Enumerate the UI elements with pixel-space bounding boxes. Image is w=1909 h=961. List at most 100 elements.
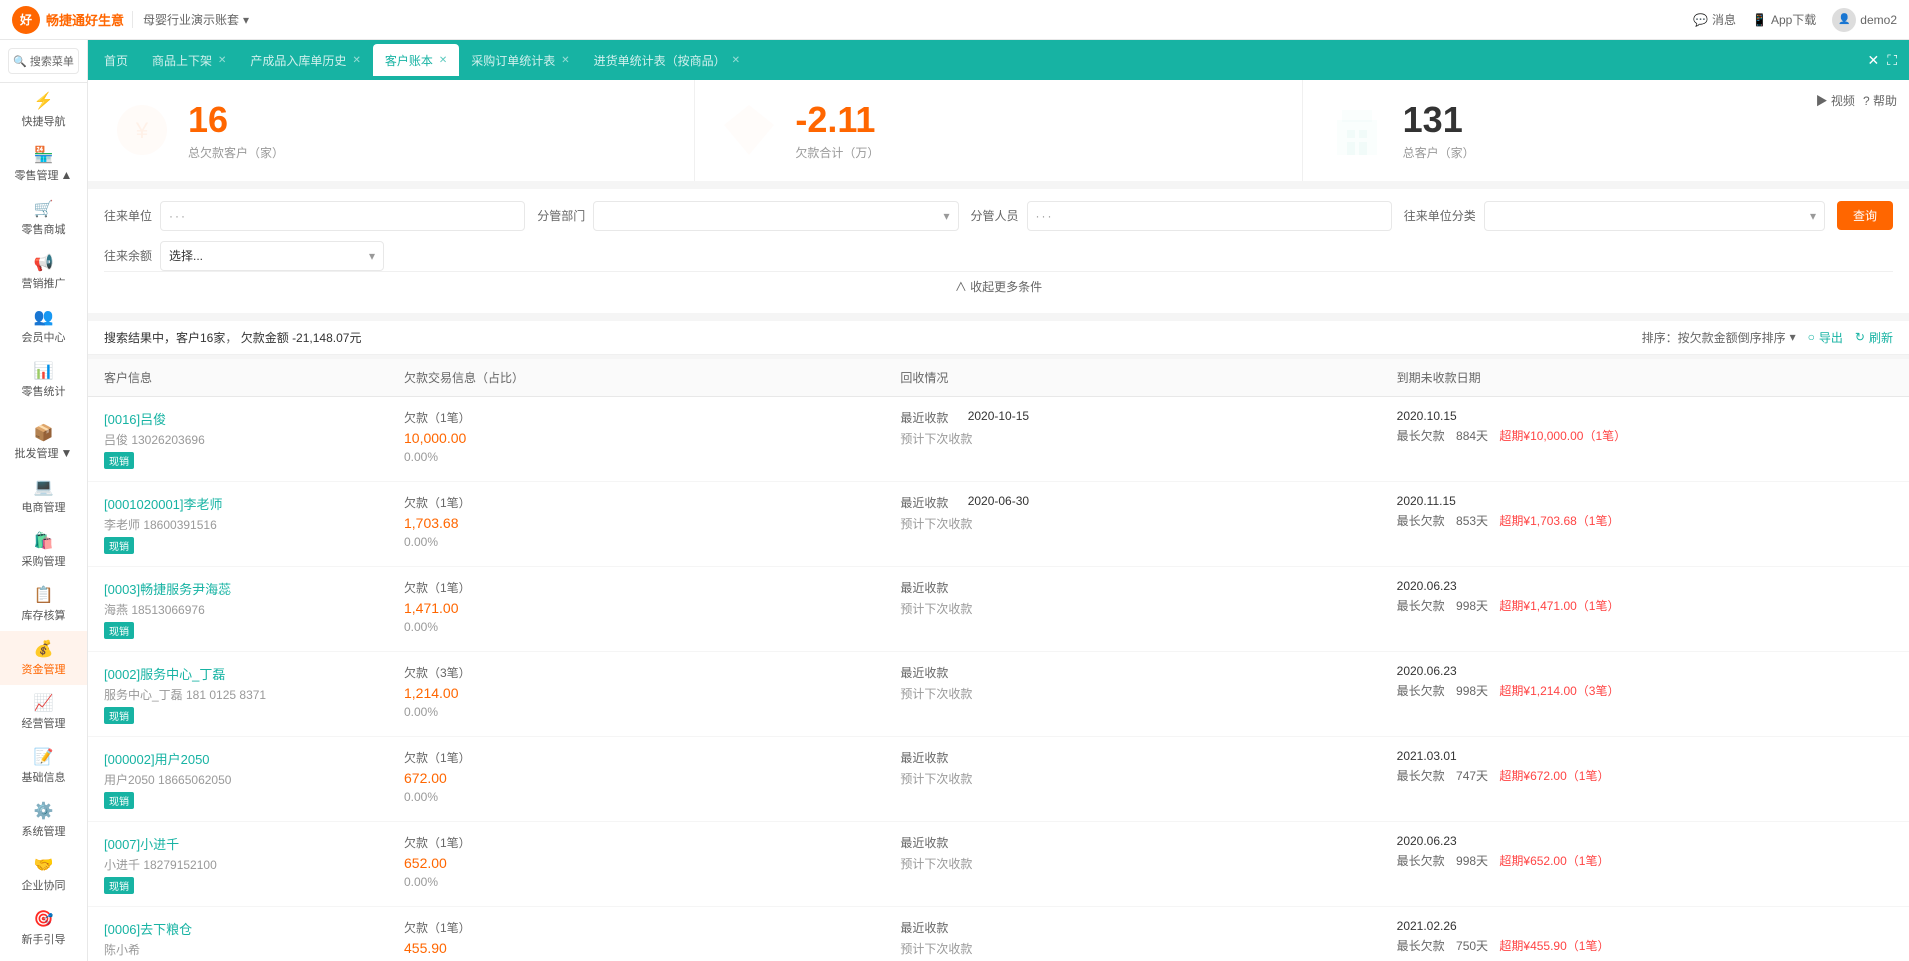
sidebar-item-purchase[interactable]: 🛍️ 采购管理 (0, 523, 87, 577)
customer-name-0[interactable]: [0016]吕俊 (104, 412, 166, 427)
sidebar-item-ecommerce[interactable]: 💻 电商管理 (0, 469, 87, 523)
tab-customer-account[interactable]: 客户账本 ✕ (373, 44, 459, 76)
sidebar-item-member[interactable]: 👥 会员中心 (0, 299, 87, 353)
overdue-link-6[interactable]: 超期¥455.90（1笔） (1499, 937, 1609, 954)
customer-info-2: [0003]畅捷服务尹海蕊 海燕 18513066976 现销 (104, 579, 404, 639)
stat-amount-info: -2.11 欠款合计（万） (795, 100, 1277, 161)
category-select[interactable]: ▾ (1484, 201, 1825, 231)
refresh-button[interactable]: ↻ 刷新 (1855, 329, 1893, 346)
sidebar-item-quick-nav[interactable]: ⚡ 快捷导航 (0, 83, 87, 137)
customer-name-2[interactable]: [0003]畅捷服务尹海蕊 (104, 582, 231, 597)
tab-customer-account-label: 客户账本 (385, 52, 433, 69)
category-label: 往来单位分类 (1404, 207, 1476, 224)
sort-button[interactable]: 排序：按欠款金额倒序排序 ▾ (1642, 329, 1796, 346)
tab-maximize[interactable]: ⛶ (1887, 52, 1897, 69)
department-select[interactable]: ▾ (593, 201, 958, 231)
customer-tag-0: 现销 (104, 452, 134, 469)
overdue-link-5[interactable]: 超期¥652.00（1笔） (1499, 852, 1609, 869)
customer-sub-4: 用户2050 18665062050 (104, 771, 404, 788)
sidebar-item-retail-mgmt[interactable]: 🏪 零售管理 ▲ (0, 137, 87, 191)
overdue-link-0[interactable]: 超期¥10,000.00（1笔） (1499, 427, 1626, 444)
results-info: 搜索结果中，客户16家， 欠款金额 -21,148.07元 (104, 329, 361, 346)
sidebar-item-basic-info[interactable]: 📝 基础信息 (0, 739, 87, 793)
customer-name-6[interactable]: [0006]去下粮仓 (104, 922, 192, 937)
help-btn[interactable]: ? 帮助 (1863, 92, 1897, 109)
data-table: 客户信息 欠款交易信息（占比） 回收情况 到期未收款日期 [0016]吕俊 吕俊… (88, 359, 1909, 961)
tab-home[interactable]: 首页 (92, 44, 140, 76)
debt-info-6: 欠款（1笔） 455.90 0.00% (404, 919, 900, 961)
app-download-btn[interactable]: 📱 App下载 (1752, 11, 1816, 28)
top-bar: 好 畅捷通好生意 母婴行业演示账套 ▾ 💬 消息 📱 App下载 👤 demo2 (0, 0, 1909, 40)
customer-name-4[interactable]: [000002]用户2050 (104, 752, 210, 767)
company-selector[interactable]: 母婴行业演示账套 ▾ (132, 11, 249, 28)
stat-diamond-icon (719, 100, 779, 160)
tab-inbound-stat[interactable]: 进货单统计表（按商品） ✕ (582, 44, 752, 76)
tab-purchase-order-close[interactable]: ✕ (561, 55, 569, 66)
app-name: 畅捷通好生意 (46, 10, 124, 29)
overdue-link-4[interactable]: 超期¥672.00（1笔） (1499, 767, 1609, 784)
sidebar-item-operations[interactable]: 📈 经营管理 (0, 685, 87, 739)
message-btn[interactable]: 💬 消息 (1693, 11, 1736, 28)
download-icon: 📱 (1752, 13, 1767, 27)
customer-name-1[interactable]: [0001020001]李老师 (104, 497, 223, 512)
sidebar-item-retail-stat[interactable]: 📊 零售统计 (0, 353, 87, 407)
recovery-info-3: 最近收款 预计下次收款 (900, 664, 1396, 702)
tab-product-shelf-close[interactable]: ✕ (218, 55, 226, 66)
stat-card-amount: -2.11 欠款合计（万） (695, 80, 1302, 181)
enterprise-coop-icon: 🤝 (34, 855, 54, 875)
tab-product-inbound-label: 产成品入库单历史 (250, 52, 346, 69)
sidebar-item-marketing[interactable]: 📢 营销推广 (0, 245, 87, 299)
customer-sub-3: 服务中心_丁磊 181 0125 8371 (104, 686, 404, 703)
tab-actions: ✕ ⛶ (1859, 52, 1905, 69)
marketing-icon: 📢 (34, 253, 54, 273)
sidebar-item-finance[interactable]: 💰 资金管理 (0, 631, 87, 685)
sidebar-item-new-guide[interactable]: 🎯 新手引导 (0, 901, 87, 955)
customer-info-6: [0006]去下粮仓 陈小希 现销 (104, 919, 404, 961)
video-btn[interactable]: ▶ 视频 (1816, 92, 1855, 109)
sidebar-item-retail-mall[interactable]: 🛒 零售商城 (0, 191, 87, 245)
debt-info-0: 欠款（1笔） 10,000.00 0.00% (404, 409, 900, 464)
sidebar-item-app-center[interactable]: 📱 应用中心 (0, 955, 87, 961)
debt-info-2: 欠款（1笔） 1,471.00 0.00% (404, 579, 900, 634)
results-actions: 排序：按欠款金额倒序排序 ▾ ○ 导出 ↻ 刷新 (1642, 329, 1893, 346)
tab-product-inbound[interactable]: 产成品入库单历史 ✕ (238, 44, 372, 76)
filter-balance: 往来余额 选择... ▾ (104, 241, 384, 271)
top-bar-right: 💬 消息 📱 App下载 👤 demo2 (1693, 8, 1897, 32)
search-button[interactable]: 查询 (1837, 201, 1893, 230)
export-button[interactable]: ○ 导出 (1808, 329, 1843, 346)
table-row: [0016]吕俊 吕俊 13026203696 现销 欠款（1笔） 10,000… (88, 397, 1909, 482)
customer-name-5[interactable]: [0007]小进千 (104, 837, 179, 852)
tab-product-shelf-label: 商品上下架 (152, 52, 212, 69)
user-avatar-btn[interactable]: 👤 demo2 (1832, 8, 1897, 32)
overdue-link-2[interactable]: 超期¥1,471.00（1笔） (1499, 597, 1619, 614)
filter-row-2: 往来余额 选择... ▾ (104, 241, 1893, 271)
sort-arrow-icon: ▾ (1790, 330, 1796, 344)
tab-inbound-stat-close[interactable]: ✕ (732, 55, 740, 66)
tab-product-inbound-close[interactable]: ✕ (352, 55, 360, 66)
sidebar-item-system[interactable]: ⚙️ 系统管理 (0, 793, 87, 847)
balance-select[interactable]: 选择... ▾ (160, 241, 384, 271)
tab-customer-account-close[interactable]: ✕ (439, 55, 447, 66)
filter-area: 往来单位 ··· 分管部门 ▾ 分管人员 (88, 189, 1909, 313)
stat-amount-label: 欠款合计（万） (795, 144, 1277, 161)
sidebar-item-enterprise-coop[interactable]: 🤝 企业协同 (0, 847, 87, 901)
retail-mall-icon: 🛒 (34, 199, 54, 219)
content-area: 首页 商品上下架 ✕ 产成品入库单历史 ✕ 客户账本 ✕ 采购订单统计表 ✕ 进… (88, 40, 1909, 961)
manager-input[interactable]: ··· (1027, 201, 1392, 231)
collapse-button[interactable]: ∧ 收起更多条件 (104, 271, 1893, 301)
stat-amount-number: -2.11 (795, 100, 1277, 140)
sidebar-search-button[interactable]: 🔍 搜索菜单 (8, 48, 79, 74)
operations-icon: 📈 (34, 693, 54, 713)
tab-purchase-order[interactable]: 采购订单统计表 ✕ (459, 44, 581, 76)
supplier-input[interactable]: ··· (160, 201, 525, 231)
sidebar-item-batch-mgmt[interactable]: 📦 批发管理 ▼ (0, 415, 87, 469)
customer-name-3[interactable]: [0002]服务中心_丁磊 (104, 667, 225, 682)
manager-label: 分管人员 (971, 207, 1019, 224)
sidebar-item-inventory[interactable]: 📋 库存核算 (0, 577, 87, 631)
quick-nav-icon: ⚡ (34, 91, 54, 111)
overdue-link-1[interactable]: 超期¥1,703.68（1笔） (1499, 512, 1619, 529)
tab-close-all[interactable]: ✕ (1867, 52, 1879, 69)
overdue-link-3[interactable]: 超期¥1,214.00（3笔） (1499, 682, 1619, 699)
recovery-info-0: 最近收款 2020-10-15 预计下次收款 (900, 409, 1396, 447)
tab-product-shelf[interactable]: 商品上下架 ✕ (140, 44, 238, 76)
